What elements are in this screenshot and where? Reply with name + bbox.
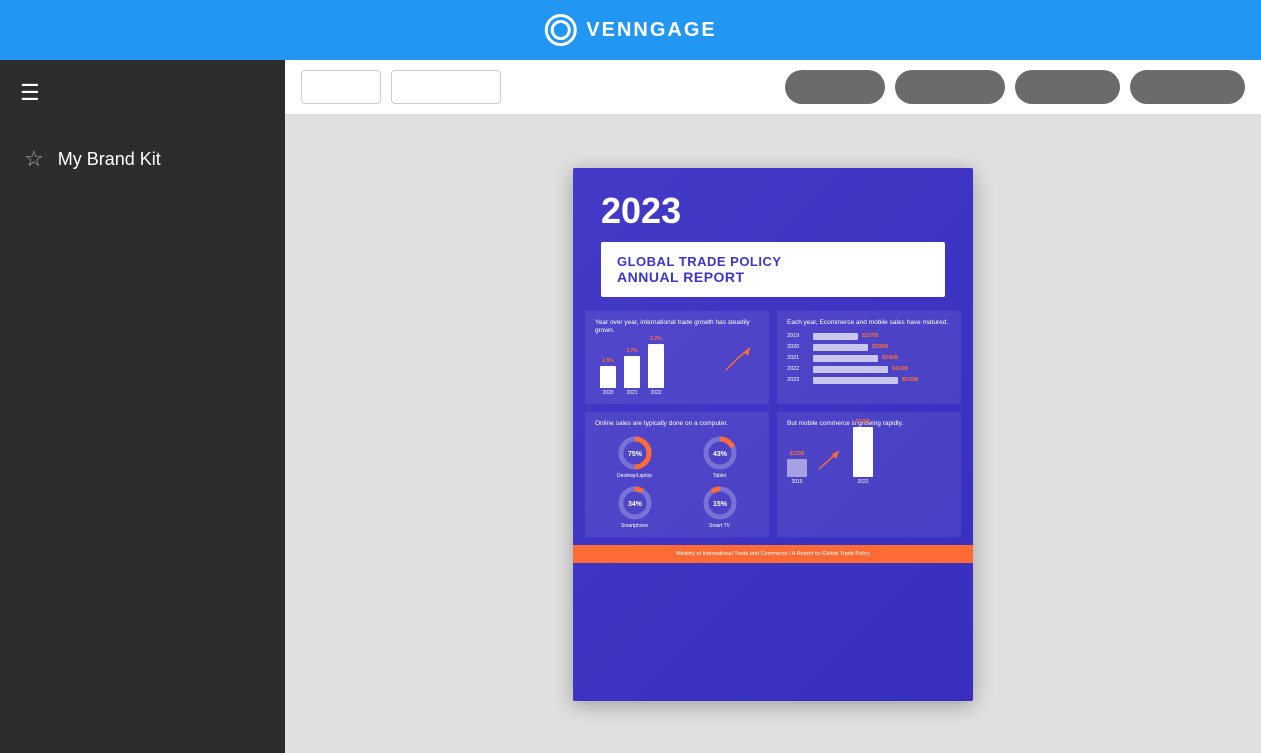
hbar-bar-2019	[813, 333, 858, 340]
mini-bar-trend-arrow-icon	[815, 445, 845, 475]
donut-smarttv: 15% Smart TV	[680, 485, 759, 529]
ig-bottom-sections: Online sales are typically done on a com…	[581, 408, 965, 540]
ig-footer: Ministry of International Trade and Comm…	[573, 545, 973, 563]
bar-2021-rect	[624, 356, 640, 388]
bar-2022-label: 5.2%	[650, 336, 661, 342]
bar-2022: 5.2% 2022	[648, 336, 664, 396]
canvas-area: 2023 GLOBAL TRADE POLICY ANNUAL REPORT Y…	[285, 115, 1261, 753]
ig-section-hbar: Each year, Ecommerce and mobile sales ha…	[777, 311, 961, 405]
bar-2021: 3.7% 2021	[624, 348, 640, 396]
bar-2022-year: 2022	[650, 390, 661, 396]
bar-2022-rect	[648, 344, 664, 388]
logo-area: VENNGAGE	[544, 14, 716, 46]
topbar: VENNGAGE	[0, 0, 1261, 60]
mini-bar-2015-rect	[787, 459, 807, 477]
donut-smartphone: 34% Smartphone	[595, 485, 674, 529]
hbar-row-2021: 2021 $340B	[787, 355, 951, 362]
sidebar-item-brand-kit[interactable]: ☆ My Brand Kit	[0, 126, 285, 192]
ig-title-line1: GLOBAL TRADE POLICY	[617, 254, 929, 269]
donut-smartphone-ring: 34%	[617, 485, 653, 521]
main-content: 2023 GLOBAL TRADE POLICY ANNUAL REPORT Y…	[285, 60, 1261, 753]
sidebar: ☰ ☆ My Brand Kit	[0, 60, 285, 753]
donut-tablet-caption: Tablet	[713, 473, 726, 479]
ig-year: 2023	[573, 168, 973, 232]
ig-section-donuts: Online sales are typically done on a com…	[585, 412, 769, 536]
trend-arrow-icon	[724, 346, 754, 374]
hamburger-menu-button[interactable]: ☰	[0, 70, 60, 116]
ig-top-sections: Year over year, international trade grow…	[581, 307, 965, 409]
mini-bar-chart: $133B 2015 $745B	[787, 435, 951, 485]
hbar-bar-2023	[813, 377, 898, 384]
hbar-bar-2022	[813, 366, 888, 373]
svg-text:75%: 75%	[627, 451, 642, 458]
bar-2020-rect	[600, 366, 616, 388]
ig-section3-title: Online sales are typically done on a com…	[595, 420, 759, 428]
bar-chart-left: 2.5% 2020 3.7% 2021	[595, 341, 759, 396]
hbar-bar-2020	[813, 344, 868, 351]
toolbar-rect-btn-2[interactable]	[391, 70, 501, 104]
bar-2020: 2.5% 2020	[600, 358, 616, 396]
donut-tablet-ring: 43%	[702, 435, 738, 471]
ig-section-bar: Year over year, international trade grow…	[585, 311, 769, 405]
venngage-logo-icon	[544, 14, 576, 46]
mini-bar-2022: $745B 2022	[853, 419, 873, 485]
ig-section1-title: Year over year, international trade grow…	[595, 319, 759, 336]
svg-text:43%: 43%	[712, 451, 727, 458]
hbar-bar-2021	[813, 355, 878, 362]
ig-title-box: GLOBAL TRADE POLICY ANNUAL REPORT	[601, 242, 945, 297]
donut-grid: 75% Desktop/Laptop	[595, 435, 759, 529]
toolbar	[285, 60, 1261, 115]
donut-desktop-ring: 75%	[617, 435, 653, 471]
brand-kit-label: My Brand Kit	[58, 149, 161, 170]
donut-desktop-caption: Desktop/Laptop	[617, 473, 652, 479]
toolbar-pill-btn-4[interactable]	[1130, 70, 1245, 104]
hbar-row-2022: 2022 $410B	[787, 366, 951, 373]
donut-smartphone-caption: Smartphone	[621, 523, 648, 529]
ig-title-line2: ANNUAL REPORT	[617, 269, 929, 285]
star-icon: ☆	[24, 146, 44, 172]
svg-text:34%: 34%	[627, 501, 642, 508]
mini-bar-2015: $133B 2015	[787, 451, 807, 485]
ig-section-minibar: But mobile commerce is growing rapidly. …	[777, 412, 961, 536]
bar-2021-year: 2021	[626, 390, 637, 396]
bar-2020-label: 2.5%	[602, 358, 613, 364]
toolbar-pill-btn-3[interactable]	[1015, 70, 1120, 104]
toolbar-pill-btn-1[interactable]	[785, 70, 885, 104]
bar-2021-label: 3.7%	[626, 348, 637, 354]
bar-2020-year: 2020	[602, 390, 613, 396]
donut-tablet: 43% Tablet	[680, 435, 759, 479]
donut-smarttv-caption: Smart TV	[709, 523, 730, 529]
hbar-row-2019: 2019 $237B	[787, 333, 951, 340]
donut-smarttv-ring: 15%	[702, 485, 738, 521]
infographic-card: 2023 GLOBAL TRADE POLICY ANNUAL REPORT Y…	[573, 168, 973, 701]
donut-desktop: 75% Desktop/Laptop	[595, 435, 674, 479]
hbar-row-2023: 2023 $530B	[787, 377, 951, 384]
toolbar-rect-btn-1[interactable]	[301, 70, 381, 104]
hbar-chart: 2019 $237B 2020 $280B 2021	[787, 333, 951, 384]
mini-bar-2022-rect	[853, 427, 873, 477]
ig-footer-text: Ministry of International Trade and Comm…	[589, 551, 957, 557]
ig-section2-title: Each year, Ecommerce and mobile sales ha…	[787, 319, 951, 327]
hbar-row-2020: 2020 $280B	[787, 344, 951, 351]
logo-text: VENNGAGE	[586, 19, 716, 42]
svg-text:15%: 15%	[712, 501, 727, 508]
layout: ☰ ☆ My Brand Kit 2023	[0, 60, 1261, 753]
toolbar-pill-btn-2[interactable]	[895, 70, 1005, 104]
